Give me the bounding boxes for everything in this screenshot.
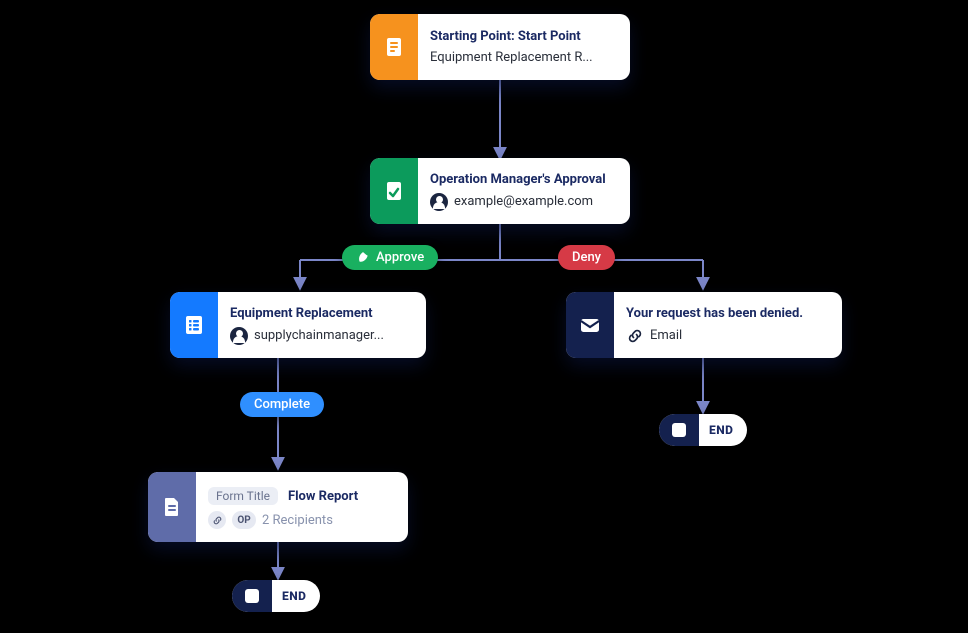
node-approval-email: example@example.com bbox=[454, 194, 593, 209]
end-icon-cap bbox=[659, 414, 699, 446]
node-replacement-user: supplychainmanager... bbox=[254, 328, 384, 343]
end-label: END bbox=[282, 589, 306, 603]
node-denied-channel-row: Email bbox=[626, 327, 803, 345]
node-start-subtitle: Equipment Replacement R... bbox=[430, 50, 593, 65]
document-icon bbox=[382, 35, 406, 59]
node-request-denied[interactable]: Your request has been denied. Email bbox=[566, 292, 842, 358]
node-flow-report[interactable]: Form Title Flow Report OP 2 Recipients bbox=[148, 472, 408, 542]
node-approval[interactable]: Operation Manager's Approval example@exa… bbox=[370, 158, 630, 224]
node-denied-title: Your request has been denied. bbox=[626, 306, 803, 321]
person-icon bbox=[430, 193, 448, 211]
node-approval-assignee: example@example.com bbox=[430, 193, 606, 211]
node-denied-icon-strip bbox=[566, 292, 614, 358]
report-icon bbox=[160, 495, 184, 519]
branch-deny[interactable]: Deny bbox=[558, 245, 615, 270]
node-end-left[interactable]: END bbox=[232, 580, 320, 612]
node-replacement-icon-strip bbox=[170, 292, 218, 358]
link-badge-icon bbox=[208, 511, 226, 529]
form-title-chip: Form Title bbox=[208, 487, 278, 505]
node-start-icon-strip bbox=[370, 14, 418, 80]
node-start-title: Starting Point: Start Point bbox=[430, 29, 593, 44]
node-report-title: Flow Report bbox=[288, 489, 358, 504]
envelope-icon bbox=[578, 313, 602, 337]
node-start-point[interactable]: Starting Point: Start Point Equipment Re… bbox=[370, 14, 630, 80]
node-equipment-replacement[interactable]: Equipment Replacement supplychainmanager… bbox=[170, 292, 426, 358]
stop-icon bbox=[672, 423, 686, 437]
link-icon bbox=[626, 327, 644, 345]
node-report-recipients: 2 Recipients bbox=[262, 513, 333, 528]
node-approval-icon-strip bbox=[370, 158, 418, 224]
approval-stamp-icon bbox=[382, 179, 406, 203]
list-icon bbox=[182, 313, 206, 337]
node-replacement-title: Equipment Replacement bbox=[230, 306, 384, 321]
branch-complete[interactable]: Complete bbox=[240, 392, 324, 417]
stop-icon bbox=[245, 589, 259, 603]
branch-approve[interactable]: Approve bbox=[342, 245, 438, 270]
node-approval-title: Operation Manager's Approval bbox=[430, 172, 606, 187]
node-report-icon-strip bbox=[148, 472, 196, 542]
node-replacement-assignee: supplychainmanager... bbox=[230, 327, 384, 345]
node-denied-channel: Email bbox=[650, 328, 682, 343]
branch-deny-label: Deny bbox=[572, 250, 601, 265]
branch-approve-label: Approve bbox=[376, 250, 424, 265]
op-badge: OP bbox=[232, 511, 256, 529]
node-report-recipients-row: OP 2 Recipients bbox=[208, 511, 358, 529]
end-icon-cap bbox=[232, 580, 272, 612]
end-label: END bbox=[709, 423, 733, 437]
person-icon bbox=[230, 327, 248, 345]
node-report-title-row: Form Title Flow Report bbox=[208, 485, 358, 505]
branch-complete-label: Complete bbox=[254, 397, 310, 412]
leaf-icon bbox=[356, 251, 370, 265]
node-end-right[interactable]: END bbox=[659, 414, 747, 446]
